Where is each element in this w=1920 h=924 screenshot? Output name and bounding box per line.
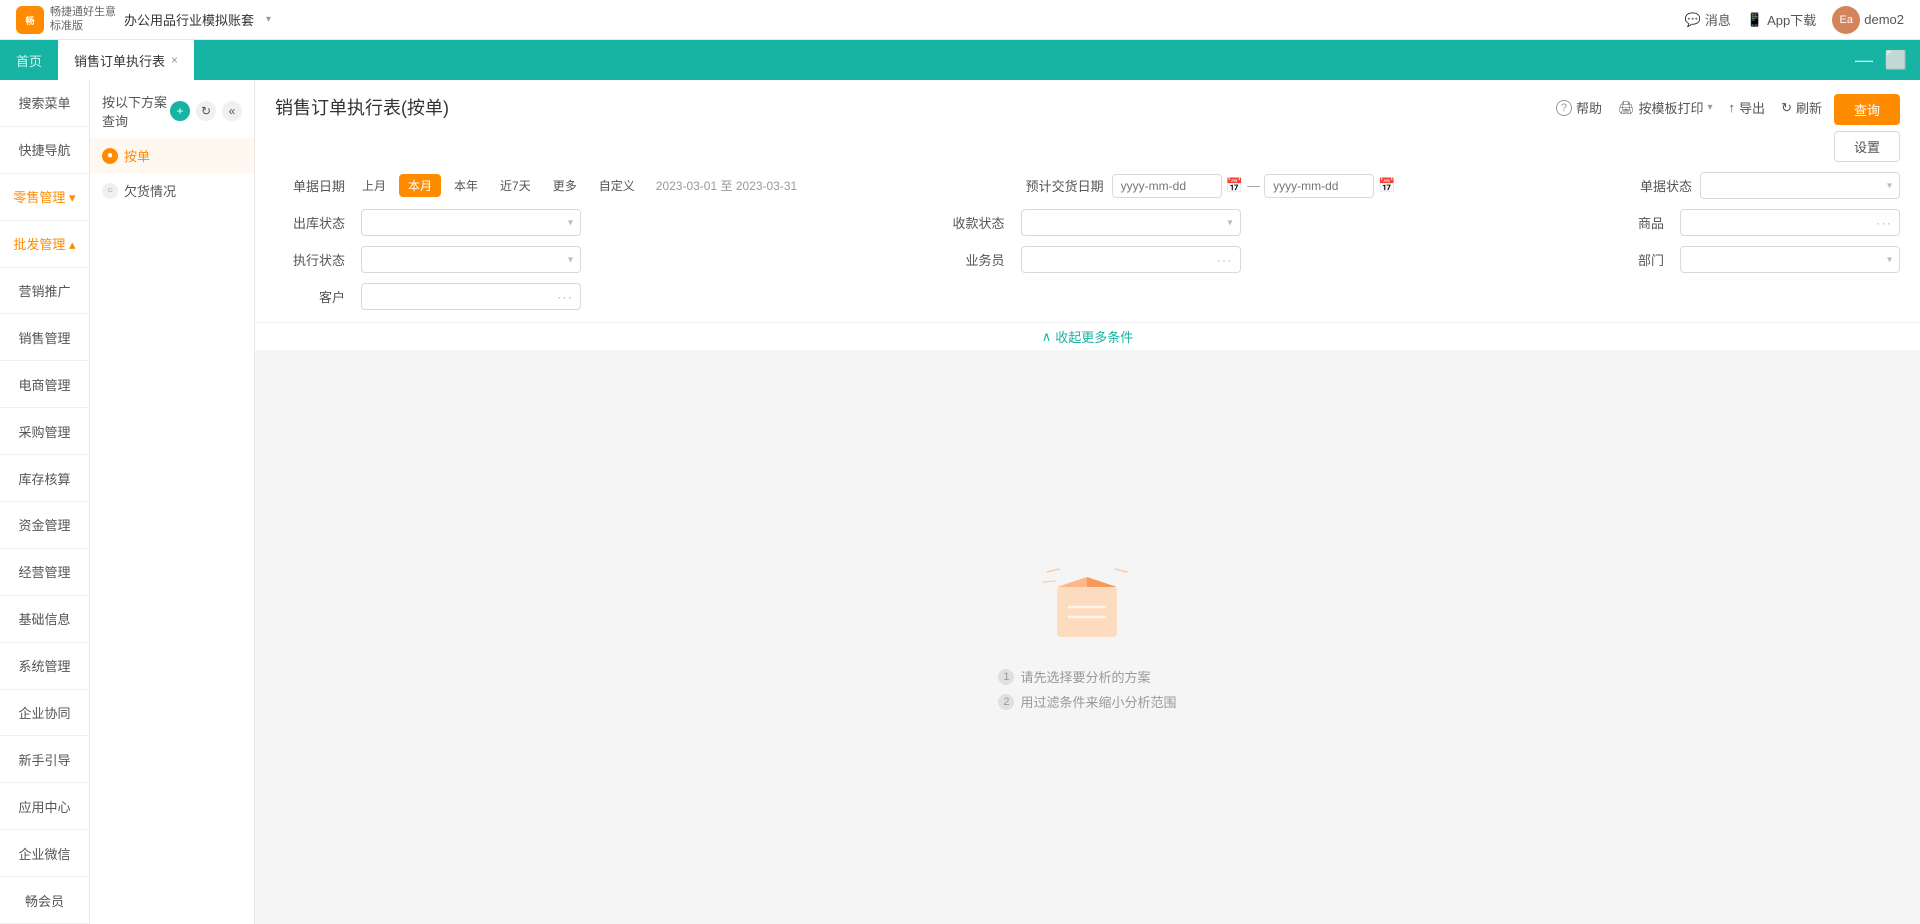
logo-text: 畅捷通好生意 标准版	[50, 6, 116, 32]
export-button[interactable]: ↑ 导出	[1729, 98, 1766, 117]
tab-sales-order[interactable]: 销售订单执行表 ×	[58, 40, 194, 80]
tab-maximize-icon[interactable]: ⬜	[1884, 48, 1908, 72]
tab-minimize-icon[interactable]: —	[1852, 48, 1876, 72]
help-icon: ?	[1556, 100, 1572, 116]
sidebar-item-system[interactable]: 系统管理	[0, 643, 89, 690]
export-icon: ↑	[1729, 100, 1736, 115]
empty-state: 1 请先选择要分析的方案 2 用过滤条件来缩小分析范围	[998, 557, 1176, 717]
backorder-item-dot: ○	[102, 183, 118, 199]
expected-date-from[interactable]	[1112, 174, 1222, 198]
refresh-icon: ↻	[1781, 100, 1792, 116]
calendar-icon-from[interactable]: 📅	[1226, 177, 1243, 194]
sidebar-item-ecommerce[interactable]: 电商管理	[0, 361, 89, 408]
table-area: 1 请先选择要分析的方案 2 用过滤条件来缩小分析范围	[255, 350, 1920, 924]
sidebar-item-enterprise[interactable]: 企业协同	[0, 690, 89, 737]
goods-label: 商品	[1594, 213, 1664, 232]
sidebar-item-purchase[interactable]: 采购管理	[0, 408, 89, 455]
print-icon: 🖨	[1618, 100, 1635, 116]
sidebar-item-inventory[interactable]: 库存核算	[0, 455, 89, 502]
collapse-filters-button[interactable]: ∧ 收起更多条件	[255, 322, 1920, 350]
tab-close-icon[interactable]: ×	[171, 53, 178, 67]
empty-text-list: 1 请先选择要分析的方案 2 用过滤条件来缩小分析范围	[998, 667, 1176, 717]
page-title: 销售订单执行表(按单)	[275, 94, 449, 120]
sidebar-item-basic-info[interactable]: 基础信息	[0, 596, 89, 643]
left-panel-collapse-button[interactable]: «	[222, 101, 242, 121]
left-panel: 按以下方案查询 + ↻ « ● 按单 ○ 欠货情况	[90, 80, 255, 924]
sidebar-item-newbie[interactable]: 新手引导	[0, 736, 89, 783]
date-btn-custom[interactable]: 自定义	[590, 174, 644, 197]
customer-input[interactable]	[361, 283, 581, 310]
salesperson-input[interactable]	[1021, 246, 1241, 273]
sidebar-item-marketing[interactable]: 营销推广	[0, 268, 89, 315]
refresh-button[interactable]: ↻ 刷新	[1781, 98, 1822, 117]
step1-num: 1	[998, 669, 1014, 685]
expected-date-label: 预计交货日期	[1024, 176, 1104, 195]
empty-state-icon	[1037, 557, 1137, 647]
app-title: 办公用品行业模拟账套	[124, 10, 254, 29]
svg-text:畅: 畅	[25, 15, 34, 26]
order-item-dot: ●	[102, 148, 118, 164]
sidebar-item-search[interactable]: 搜索菜单	[0, 80, 89, 127]
tab-home[interactable]: 首页	[0, 40, 58, 80]
left-panel-item-order[interactable]: ● 按单	[90, 138, 254, 173]
print-dropdown-icon[interactable]: ▾	[1708, 102, 1713, 113]
app-download-button[interactable]: 📱 App下载	[1747, 10, 1816, 29]
payment-label: 收款状态	[935, 213, 1005, 232]
customer-label: 客户	[275, 287, 345, 306]
logo-icon: 畅	[16, 6, 44, 34]
print-button[interactable]: 🖨 按模板打印 ▾	[1618, 98, 1713, 117]
sidebar-item-operations[interactable]: 经营管理	[0, 549, 89, 596]
message-button[interactable]: 💬 消息	[1685, 10, 1731, 29]
sidebar-item-quicknav[interactable]: 快捷导航	[0, 127, 89, 174]
salesperson-label: 业务员	[935, 250, 1005, 269]
delivery-label: 出库状态	[275, 213, 345, 232]
left-panel-refresh-button[interactable]: ↻	[196, 101, 216, 121]
sidebar: 搜索菜单 快捷导航 零售管理 ▾ 批发管理 ▴ 营销推广 销售管理 电商管理 采…	[0, 80, 90, 924]
left-panel-add-button[interactable]: +	[170, 101, 190, 121]
execution-label: 执行状态	[275, 250, 345, 269]
settings-button[interactable]: 设置	[1834, 131, 1900, 162]
date-label: 单据日期	[275, 176, 345, 195]
status-label: 单据状态	[1622, 176, 1692, 195]
left-panel-title: 按以下方案查询	[102, 92, 170, 130]
help-button[interactable]: ? 帮助	[1556, 98, 1602, 117]
logo-area: 畅 畅捷通好生意 标准版	[16, 6, 116, 34]
date-range-text: 2023-03-01 至 2023-03-31	[656, 177, 797, 194]
status-select[interactable]	[1700, 172, 1900, 199]
date-separator: —	[1247, 178, 1260, 193]
sidebar-item-finance[interactable]: 资金管理	[0, 502, 89, 549]
department-select[interactable]	[1680, 246, 1900, 273]
left-panel-item-backorder[interactable]: ○ 欠货情况	[90, 173, 254, 208]
sidebar-item-sales[interactable]: 销售管理	[0, 314, 89, 361]
user-profile[interactable]: Ea demo2	[1832, 6, 1904, 34]
date-btn-last-month[interactable]: 上月	[353, 174, 395, 197]
avatar: Ea	[1832, 6, 1860, 34]
app-download-icon: 📱	[1747, 12, 1763, 28]
date-btn-this-year[interactable]: 本年	[445, 174, 487, 197]
calendar-icon-to[interactable]: 📅	[1378, 177, 1395, 194]
sidebar-item-wechat[interactable]: 企业微信	[0, 830, 89, 877]
sidebar-item-wholesale[interactable]: 批发管理 ▴	[0, 221, 89, 268]
app-dropdown-arrow[interactable]: ▾	[266, 14, 271, 25]
step2-num: 2	[998, 694, 1014, 710]
payment-select[interactable]	[1021, 209, 1241, 236]
date-btn-more[interactable]: 更多	[544, 174, 586, 197]
collapse-icon: ∧	[1042, 329, 1052, 345]
department-label: 部门	[1594, 250, 1664, 269]
expected-date-to[interactable]	[1264, 174, 1374, 198]
execution-select[interactable]	[361, 246, 581, 273]
delivery-select[interactable]	[361, 209, 581, 236]
message-icon: 💬	[1685, 12, 1701, 28]
sidebar-item-apps[interactable]: 应用中心	[0, 783, 89, 830]
query-button[interactable]: 查询	[1834, 94, 1900, 125]
date-btn-this-month[interactable]: 本月	[399, 174, 441, 197]
sidebar-item-retail[interactable]: 零售管理 ▾	[0, 174, 89, 221]
date-btn-7days[interactable]: 近7天	[491, 174, 540, 197]
step2-text: 用过滤条件来缩小分析范围	[1020, 692, 1176, 711]
step1-text: 请先选择要分析的方案	[1020, 667, 1150, 686]
sidebar-item-member[interactable]: 畅会员	[0, 877, 89, 924]
goods-input[interactable]	[1680, 209, 1900, 236]
